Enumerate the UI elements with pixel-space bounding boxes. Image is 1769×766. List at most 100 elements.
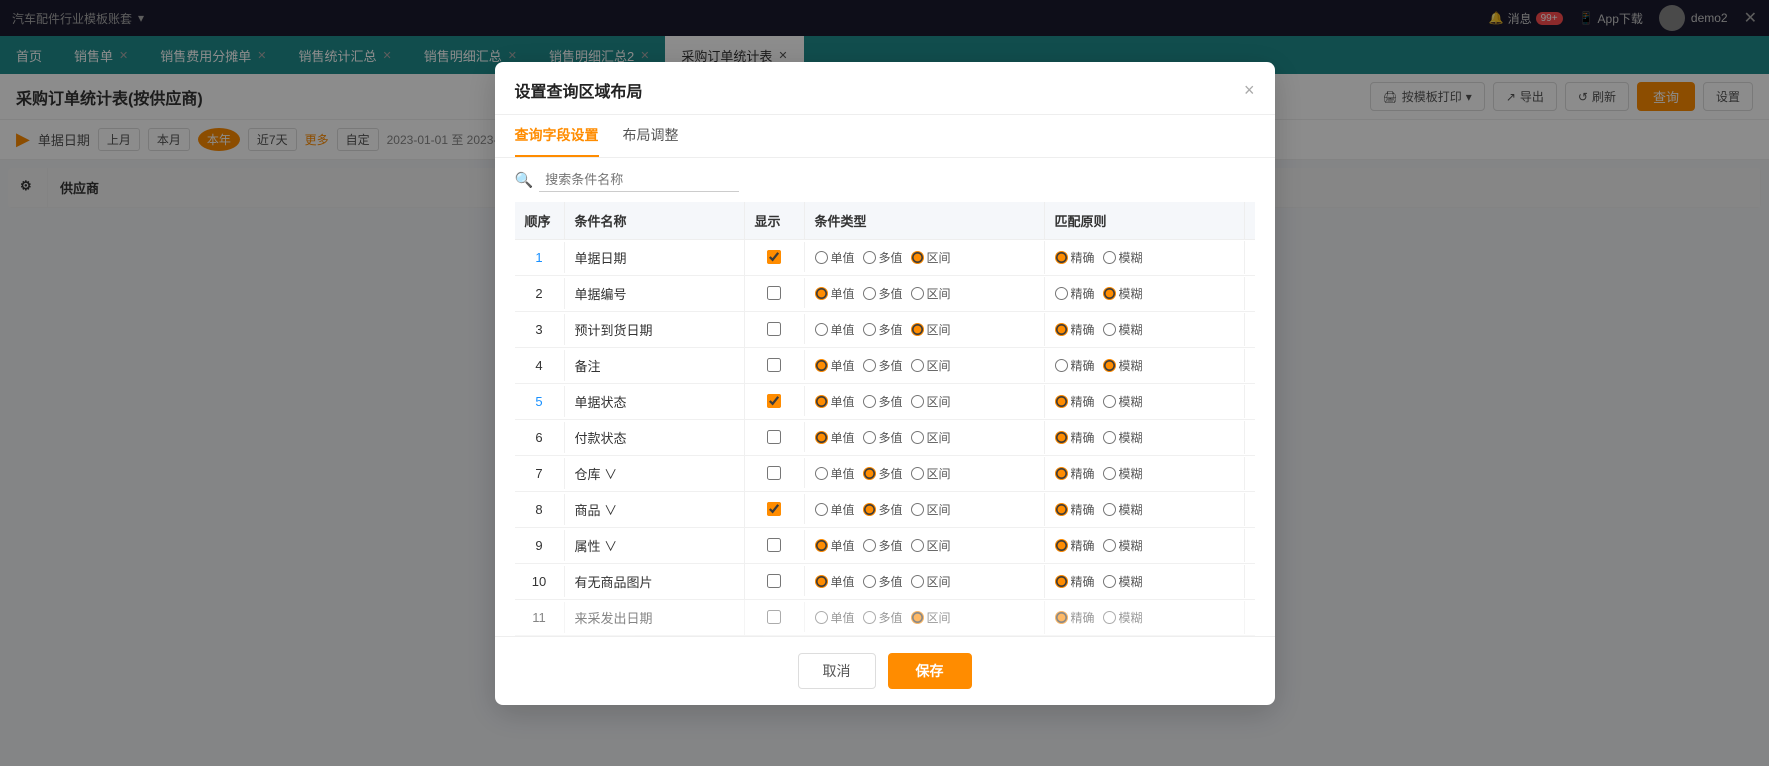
ct3-single[interactable] xyxy=(815,323,828,336)
ct6-range[interactable] xyxy=(911,431,924,444)
ct3-range[interactable] xyxy=(911,323,924,336)
table-row: 1 单据日期 单值 多值 区间 精确 模糊 xyxy=(515,240,1255,276)
ct1-single[interactable] xyxy=(815,251,828,264)
mr7-exact[interactable] xyxy=(1055,467,1068,480)
ct2-multi[interactable] xyxy=(863,287,876,300)
dialog-search-area: 🔍 xyxy=(495,158,1275,202)
ct4-range[interactable] xyxy=(911,359,924,372)
save-button[interactable]: 保存 xyxy=(888,653,972,689)
row-matchrule-1: 精确 模糊 xyxy=(1045,241,1245,274)
display-checkbox-3[interactable] xyxy=(767,322,781,336)
display-checkbox-6[interactable] xyxy=(767,430,781,444)
ct8-single[interactable] xyxy=(815,503,828,516)
ct1-range[interactable] xyxy=(911,251,924,264)
display-checkbox-10[interactable] xyxy=(767,574,781,588)
display-checkbox-2[interactable] xyxy=(767,286,781,300)
row-condtype-5: 单值 多值 区间 xyxy=(805,385,1045,418)
ct6-single[interactable] xyxy=(815,431,828,444)
ct8-range[interactable] xyxy=(911,503,924,516)
dialog-footer: 取消 保存 xyxy=(495,636,1275,705)
ct5-range[interactable] xyxy=(911,395,924,408)
mr9-fuzzy[interactable] xyxy=(1103,539,1116,552)
dialog-tab-query-fields[interactable]: 查询字段设置 xyxy=(515,115,599,157)
mr4-exact[interactable] xyxy=(1055,359,1068,372)
mr10-fuzzy[interactable] xyxy=(1103,575,1116,588)
mr6-exact[interactable] xyxy=(1055,431,1068,444)
display-checkbox-9[interactable] xyxy=(767,538,781,552)
display-checkbox-4[interactable] xyxy=(767,358,781,372)
ct10-single[interactable] xyxy=(815,575,828,588)
mr7-fuzzy[interactable] xyxy=(1103,467,1116,480)
ct8-multi[interactable] xyxy=(863,503,876,516)
ct11-single[interactable] xyxy=(815,611,828,624)
mr1-fuzzy[interactable] xyxy=(1103,251,1116,264)
ct2-single[interactable] xyxy=(815,287,828,300)
cancel-button[interactable]: 取消 xyxy=(798,653,876,689)
ct7-range[interactable] xyxy=(911,467,924,480)
mr8-fuzzy[interactable] xyxy=(1103,503,1116,516)
mr4-fuzzy[interactable] xyxy=(1103,359,1116,372)
mr3-exact[interactable] xyxy=(1055,323,1068,336)
ct5-multi[interactable] xyxy=(863,395,876,408)
row-order-11: 11 xyxy=(515,602,565,633)
row-display-8 xyxy=(745,494,805,524)
row-matchrule-5: 精确 模糊 xyxy=(1045,385,1245,418)
mr6-fuzzy[interactable] xyxy=(1103,431,1116,444)
row-order-8: 8 xyxy=(515,494,565,525)
row-name-5: 单据状态 xyxy=(565,384,745,419)
mr2-fuzzy[interactable] xyxy=(1103,287,1116,300)
row-condtype-4: 单值 多值 区间 xyxy=(805,349,1045,382)
row-matchrule-11: 精确 模糊 xyxy=(1045,601,1245,634)
ct7-multi[interactable] xyxy=(863,467,876,480)
row-name-3: 预计到货日期 xyxy=(565,312,745,347)
ct9-multi[interactable] xyxy=(863,539,876,552)
row-matchrule-6: 精确 模糊 xyxy=(1045,421,1245,454)
row-matchrule-2: 精确 模糊 xyxy=(1045,277,1245,310)
mr3-fuzzy[interactable] xyxy=(1103,323,1116,336)
ct9-range[interactable] xyxy=(911,539,924,552)
mr1-exact[interactable] xyxy=(1055,251,1068,264)
mr11-exact[interactable] xyxy=(1055,611,1068,624)
ct6-multi[interactable] xyxy=(863,431,876,444)
row-condtype-3: 单值 多值 区间 xyxy=(805,313,1045,346)
row-matchrule-7: 精确 模糊 xyxy=(1045,457,1245,490)
ct7-single[interactable] xyxy=(815,467,828,480)
mr11-fuzzy[interactable] xyxy=(1103,611,1116,624)
mr5-exact[interactable] xyxy=(1055,395,1068,408)
ct10-range[interactable] xyxy=(911,575,924,588)
search-input[interactable] xyxy=(539,168,739,192)
display-checkbox-1[interactable] xyxy=(767,250,781,264)
display-checkbox-8[interactable] xyxy=(767,502,781,516)
dialog-close-button[interactable]: × xyxy=(1244,81,1255,99)
ct2-range[interactable] xyxy=(911,287,924,300)
ct9-single[interactable] xyxy=(815,539,828,552)
display-checkbox-11[interactable] xyxy=(767,610,781,624)
ct11-multi[interactable] xyxy=(863,611,876,624)
ct1-multi[interactable] xyxy=(863,251,876,264)
mr10-exact[interactable] xyxy=(1055,575,1068,588)
ct3-multi[interactable] xyxy=(863,323,876,336)
row-order-3: 3 xyxy=(515,314,565,345)
col-display: 显示 xyxy=(745,202,805,239)
mr5-fuzzy[interactable] xyxy=(1103,395,1116,408)
display-checkbox-7[interactable] xyxy=(767,466,781,480)
ct10-multi[interactable] xyxy=(863,575,876,588)
row-order-1: 1 xyxy=(515,242,565,273)
row-display-10 xyxy=(745,566,805,596)
mr2-exact[interactable] xyxy=(1055,287,1068,300)
mr9-exact[interactable] xyxy=(1055,539,1068,552)
mr8-exact[interactable] xyxy=(1055,503,1068,516)
row-order-6: 6 xyxy=(515,422,565,453)
table-row: 4 备注 单值 多值 区间 精确 模糊 xyxy=(515,348,1255,384)
table-row: 11 来采发出日期 单值 多值 区间 精确 模糊 xyxy=(515,600,1255,636)
display-checkbox-5[interactable] xyxy=(767,394,781,408)
ct11-range[interactable] xyxy=(911,611,924,624)
dialog-tab-layout[interactable]: 布局调整 xyxy=(623,115,679,157)
ct4-single[interactable] xyxy=(815,359,828,372)
ct5-single[interactable] xyxy=(815,395,828,408)
row-display-2 xyxy=(745,278,805,308)
row-matchrule-3: 精确 模糊 xyxy=(1045,313,1245,346)
row-matchrule-10: 精确 模糊 xyxy=(1045,565,1245,598)
ct4-multi[interactable] xyxy=(863,359,876,372)
row-name-7: 仓库 ∨ xyxy=(565,456,745,491)
